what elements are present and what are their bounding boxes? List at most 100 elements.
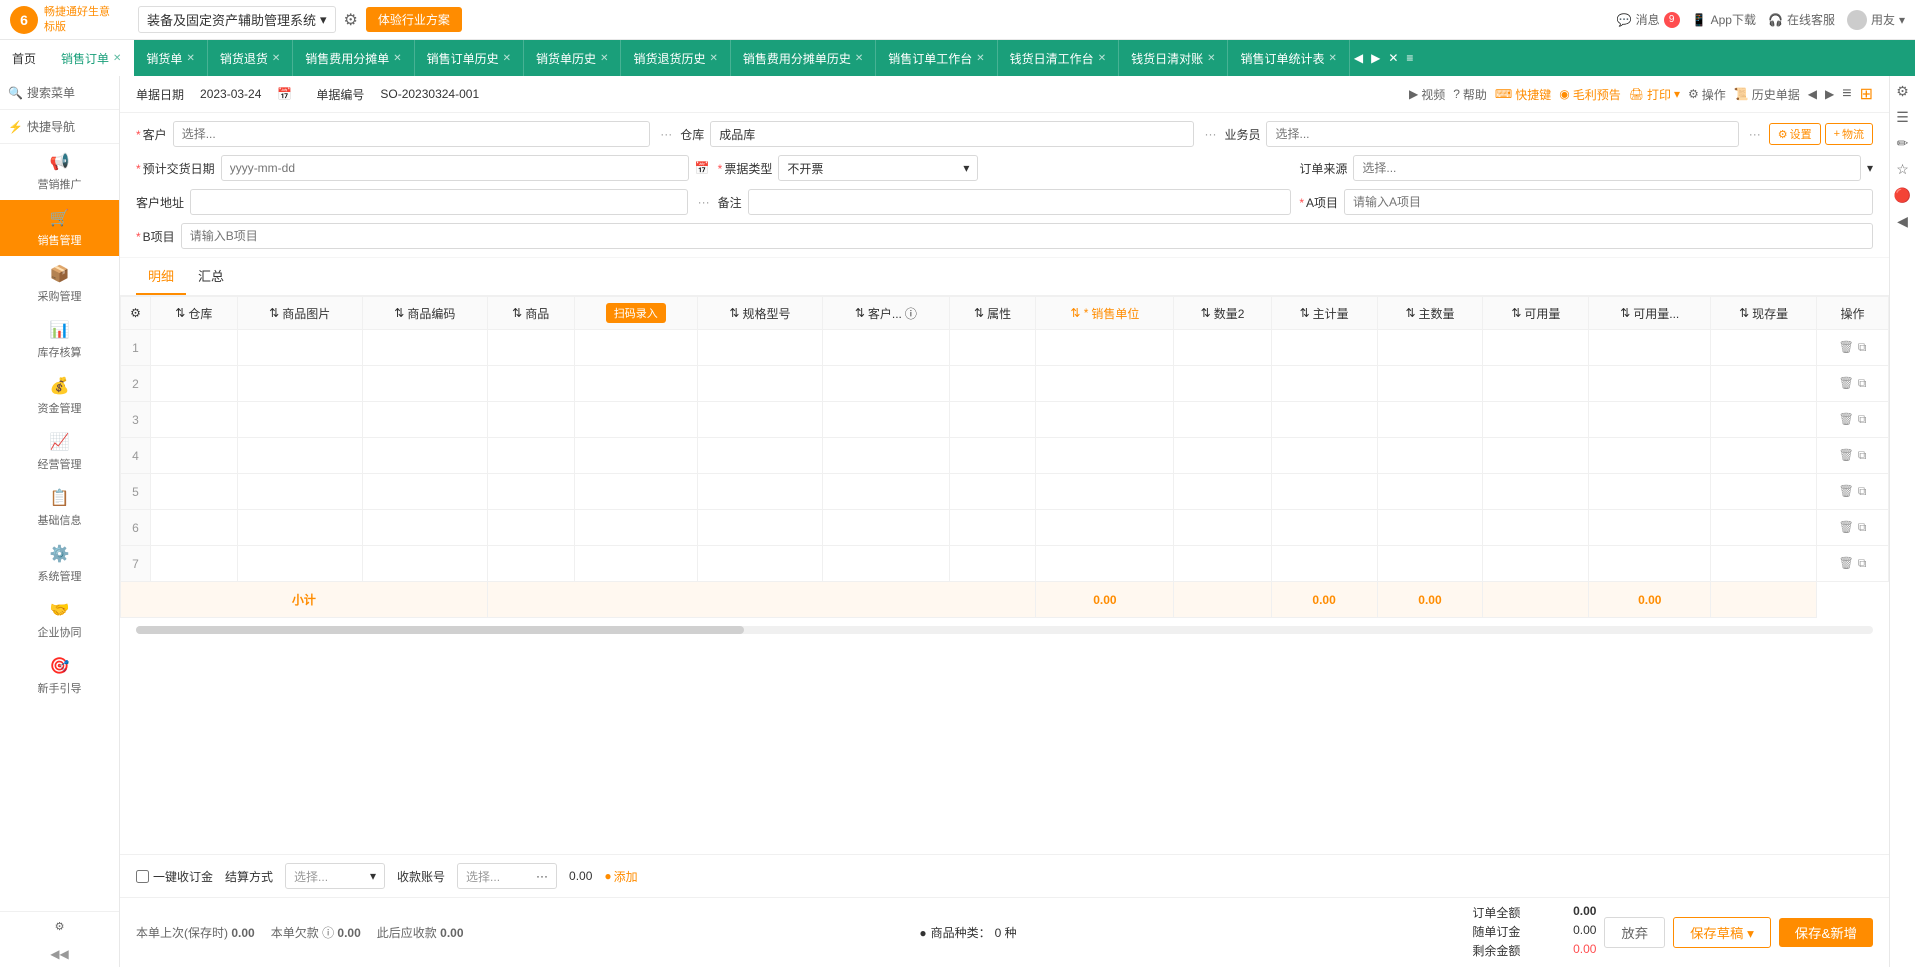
grid-view-btn[interactable]: ⊞ xyxy=(1860,84,1873,104)
tab-order-history[interactable]: 销售订单历史 ✕ xyxy=(415,40,524,76)
staff-ellipsis[interactable]: ··· xyxy=(1749,127,1761,141)
right-panel-btn-list[interactable]: ☰ xyxy=(1892,106,1914,128)
sidebar-item-purchase[interactable]: 📦 采购管理 xyxy=(0,256,119,312)
history-btn[interactable]: 📜 历史单据 xyxy=(1734,86,1800,103)
account-select[interactable]: 选择... ··· xyxy=(457,863,557,889)
invoice-select[interactable]: 不开票 ▾ xyxy=(778,155,978,181)
sidebar-search[interactable]: 🔍 搜索菜单 xyxy=(0,76,119,110)
nav-prev-btn[interactable]: ◀ xyxy=(1808,87,1817,101)
row-copy-icon[interactable]: ⧉ xyxy=(1858,484,1867,498)
remark-input[interactable] xyxy=(748,189,1292,215)
table-row[interactable]: 6🗑⧉ xyxy=(121,510,1889,546)
sidebar-item-marketing[interactable]: 📢 营销推广 xyxy=(0,144,119,200)
tab-daily-workbench[interactable]: 钱货日清工作台 ✕ xyxy=(998,40,1119,76)
print-btn[interactable]: 🖨 打印 ▾ xyxy=(1629,86,1680,103)
calendar-delivery-icon[interactable]: 📅 xyxy=(695,161,710,175)
tab-sales-return[interactable]: 销货退货 ✕ xyxy=(208,40,293,76)
order-source-input[interactable] xyxy=(1353,155,1861,181)
table-row[interactable]: 5🗑⧉ xyxy=(121,474,1889,510)
tab-order-workbench[interactable]: 销售订单工作台 ✕ xyxy=(876,40,997,76)
tab-invoice-history[interactable]: 销货单历史 ✕ xyxy=(524,40,621,76)
tab-home[interactable]: 首页 xyxy=(0,40,49,76)
warehouse-ellipsis[interactable]: ··· xyxy=(1204,127,1216,141)
address-ellipsis[interactable]: ··· xyxy=(698,195,710,209)
one-click-deposit-checkbox[interactable]: 一键收订金 xyxy=(136,868,213,885)
settings-icon[interactable]: ⚙ xyxy=(344,10,358,30)
customer-ellipsis[interactable]: ··· xyxy=(660,127,672,141)
operation-btn[interactable]: ⚙ 操作 xyxy=(1688,86,1726,103)
user-menu[interactable]: 用友 ▾ xyxy=(1847,10,1905,30)
sidebar-item-inventory[interactable]: 📊 库存核算 xyxy=(0,312,119,368)
tab-daily-reconcile[interactable]: 钱货日清对账 ✕ xyxy=(1119,40,1228,76)
profit-forecast-btn[interactable]: ◉ 毛利预告 xyxy=(1559,86,1621,103)
help-btn[interactable]: ? 帮助 xyxy=(1453,86,1487,103)
payment-method-select[interactable]: 选择... ▾ xyxy=(285,863,385,889)
sidebar-collapse-btn[interactable]: ◀◀ xyxy=(0,941,119,967)
solution-button[interactable]: 体验行业方案 xyxy=(366,7,462,32)
sidebar-item-operations[interactable]: 📈 经营管理 xyxy=(0,424,119,480)
table-row[interactable]: 1🗑⧉ xyxy=(121,330,1889,366)
right-panel-btn-edit[interactable]: ✏ xyxy=(1892,132,1914,154)
right-panel-btn-settings[interactable]: ⚙ xyxy=(1892,80,1914,102)
b-project-input[interactable] xyxy=(181,223,1873,249)
calendar-icon[interactable]: 📅 xyxy=(277,87,292,101)
sidebar-item-guide[interactable]: 🎯 新手引导 xyxy=(0,648,119,704)
scan-btn[interactable]: 扫码录入 xyxy=(606,303,666,323)
row-copy-icon[interactable]: ⧉ xyxy=(1858,412,1867,426)
delivery-input[interactable] xyxy=(221,155,689,181)
sidebar-item-collab[interactable]: 🤝 企业协同 xyxy=(0,592,119,648)
list-view-btn[interactable]: ≡ xyxy=(1842,85,1851,103)
right-panel-btn-alert[interactable]: 🔴 xyxy=(1892,184,1914,206)
row-delete-icon[interactable]: 🗑 xyxy=(1839,556,1854,570)
app-download-button[interactable]: 📱 App下载 xyxy=(1692,11,1756,28)
system-title[interactable]: 装备及固定资产辅助管理系统 ▾ xyxy=(138,6,336,33)
sidebar-settings-btn[interactable]: ⚙ xyxy=(0,912,119,941)
tab-sales-invoice[interactable]: 销货单 ✕ xyxy=(134,40,207,76)
row-delete-icon[interactable]: 🗑 xyxy=(1839,484,1854,498)
table-row[interactable]: 4🗑⧉ xyxy=(121,438,1889,474)
table-container[interactable]: ⚙ ⇅ 仓库 ⇅ 商品图片 ⇅ 商品编码 ⇅ 商品 扫码录入 ⇅ 规格型号 ⇅ … xyxy=(120,296,1889,854)
tab-summary[interactable]: 汇总 xyxy=(186,258,236,295)
right-panel-btn-collapse[interactable]: ◀ xyxy=(1892,210,1914,232)
deposit-checkbox-input[interactable] xyxy=(136,870,149,883)
table-row[interactable]: 7🗑⧉ xyxy=(121,546,1889,582)
tab-nav-next[interactable]: ▶ xyxy=(1367,51,1384,65)
row-copy-icon[interactable]: ⧉ xyxy=(1858,520,1867,534)
tab-return-history[interactable]: 销货退货历史 ✕ xyxy=(621,40,730,76)
discard-button[interactable]: 放弃 xyxy=(1604,917,1665,948)
row-copy-icon[interactable]: ⧉ xyxy=(1858,556,1867,570)
settings-btn-form[interactable]: ⚙ 设置 xyxy=(1769,123,1821,145)
sidebar-item-finance[interactable]: 💰 资金管理 xyxy=(0,368,119,424)
sidebar-item-basic-info[interactable]: 📋 基础信息 xyxy=(0,480,119,536)
row-delete-icon[interactable]: 🗑 xyxy=(1839,376,1854,390)
row-copy-icon[interactable]: ⧉ xyxy=(1858,376,1867,390)
table-row[interactable]: 3🗑⧉ xyxy=(121,402,1889,438)
a-project-input[interactable] xyxy=(1344,189,1873,215)
tab-order-stats[interactable]: 销售订单统计表 ✕ xyxy=(1228,40,1349,76)
row-copy-icon[interactable]: ⧉ xyxy=(1858,448,1867,462)
table-row[interactable]: 2🗑⧉ xyxy=(121,366,1889,402)
row-delete-icon[interactable]: 🗑 xyxy=(1839,340,1854,354)
customer-input[interactable] xyxy=(173,121,651,147)
tab-expense-split[interactable]: 销售费用分摊单 ✕ xyxy=(293,40,414,76)
row-delete-icon[interactable]: 🗑 xyxy=(1839,520,1854,534)
message-button[interactable]: 💬 消息 9 xyxy=(1617,11,1680,28)
save-new-button[interactable]: 保存&新增 xyxy=(1779,918,1873,947)
tab-close-all[interactable]: ✕ xyxy=(1384,51,1402,65)
warehouse-input[interactable]: 成品库 xyxy=(710,121,1194,147)
row-delete-icon[interactable]: 🗑 xyxy=(1839,412,1854,426)
nav-next-btn[interactable]: ▶ xyxy=(1825,87,1834,101)
online-support-button[interactable]: 🎧 在线客服 xyxy=(1768,11,1835,28)
save-draft-button[interactable]: 保存草稿 ▾ xyxy=(1673,917,1771,948)
add-btn[interactable]: ● 添加 xyxy=(604,868,637,885)
tab-sales-order[interactable]: 销售订单 ✕ xyxy=(49,40,134,76)
sidebar-item-system[interactable]: ⚙️ 系统管理 xyxy=(0,536,119,592)
right-panel-btn-star[interactable]: ☆ xyxy=(1892,158,1914,180)
video-btn[interactable]: ▶ 视频 xyxy=(1409,86,1445,103)
add-goods-btn[interactable]: + 物流 xyxy=(1825,123,1873,145)
tab-nav-prev[interactable]: ◀ xyxy=(1350,51,1367,65)
staff-input[interactable] xyxy=(1266,121,1738,147)
scrollbar-thumb[interactable] xyxy=(136,626,744,634)
sidebar-item-sales[interactable]: 🛒 销售管理 xyxy=(0,200,119,256)
sidebar-quick-nav[interactable]: ⚡ 快捷导航 xyxy=(0,110,119,144)
